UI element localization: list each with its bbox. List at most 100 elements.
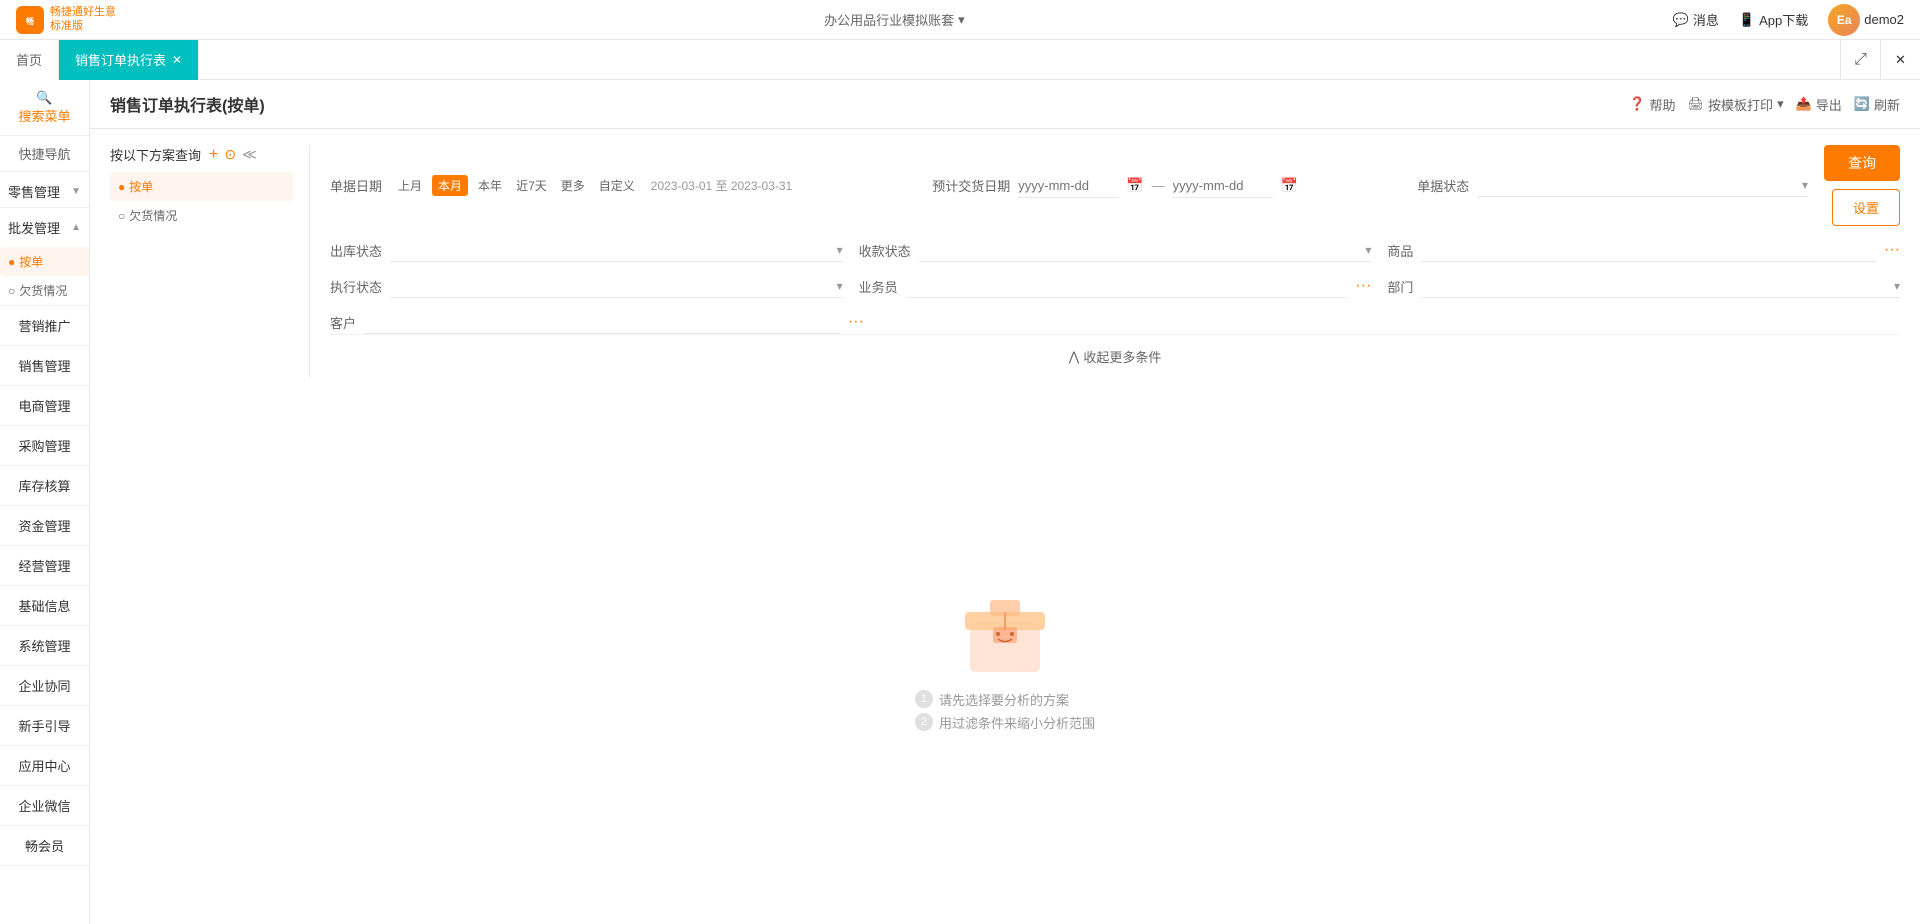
filter-section: 按以下方案查询 + ⊙ ≪ ● 按单 ○ — [110, 145, 1900, 378]
export-icon: 📤 — [1796, 96, 1812, 112]
customer-dots-icon[interactable]: ··· — [848, 313, 864, 331]
date-this-month-btn[interactable]: 本月 — [432, 175, 468, 196]
sidebar-item-basic[interactable]: 基础信息 — [0, 586, 89, 626]
top-bar-center[interactable]: 办公用品行业模拟账套 ▾ — [824, 10, 965, 29]
export-btn[interactable]: 📤 导出 — [1796, 95, 1842, 114]
doc-status-chevron-icon: ▾ — [1802, 178, 1808, 192]
goods-label: 商品 — [1387, 241, 1413, 260]
sidebar-item-business[interactable]: 经营管理 — [0, 546, 89, 586]
user-area[interactable]: Ea demo2 — [1828, 4, 1904, 36]
filter-exec-item: 执行状态 ▾ — [330, 275, 843, 298]
add-scheme-btn[interactable]: + — [209, 146, 218, 164]
filter-rows: 单据日期 上月 本月 本年 近7天 更多 自定义 2023-03-01 至 20… — [330, 145, 1900, 334]
delivery-select[interactable]: ▾ — [390, 239, 843, 262]
date-this-year-btn[interactable]: 本年 — [474, 175, 506, 196]
top-bar: 畅 畅捷通好生意 标准版 办公用品行业模拟账套 ▾ 💬 消息 📱 App下载 E… — [0, 0, 1920, 40]
sidebar-search[interactable]: 🔍 搜索菜单 — [0, 80, 89, 136]
tab-collapse-btn[interactable]: ✕ — [1880, 40, 1920, 80]
empty-step-1: 1 请先选择要分析的方案 — [915, 690, 1095, 709]
page-header: 销售订单执行表(按单) ❓ 帮助 🖨 按模板打印 ▾ 📤 导出 🔄 刷新 — [90, 80, 1920, 129]
content: 销售订单执行表(按单) ❓ 帮助 🖨 按模板打印 ▾ 📤 导出 🔄 刷新 — [90, 80, 1920, 924]
date-last-month-btn[interactable]: 上月 — [394, 175, 426, 196]
setting-btn[interactable]: 设置 — [1832, 189, 1900, 226]
sidebar-item-corp[interactable]: 企业协同 — [0, 666, 89, 706]
date-from-calendar-icon[interactable]: 📅 — [1126, 177, 1143, 194]
empty-illustration — [945, 582, 1065, 682]
goods-dots-icon[interactable]: ··· — [1884, 241, 1900, 259]
sidebar-item-欠货情况[interactable]: ○ 欠货情况 — [0, 276, 89, 305]
sidebar-retail-title[interactable]: 零售管理 ▼ — [0, 172, 89, 207]
tab-sales-order[interactable]: 销售订单执行表 ✕ — [59, 40, 199, 80]
exec-label: 执行状态 — [330, 277, 382, 296]
help-btn[interactable]: ❓ 帮助 — [1629, 95, 1675, 114]
collapse-scheme-btn[interactable]: ≪ — [242, 146, 257, 163]
sidebar-quick-nav[interactable]: 快捷导航 — [0, 136, 89, 172]
scheme-empty-icon: ○ — [118, 209, 125, 223]
sidebar-section-wholesale: 批发管理 ▲ ● 按单 ○ 欠货情况 — [0, 208, 89, 306]
sidebar-item-sales[interactable]: 销售管理 — [0, 346, 89, 386]
date-7days-btn[interactable]: 近7天 — [512, 175, 551, 196]
sidebar-item-finance[interactable]: 资金管理 — [0, 506, 89, 546]
filter-row-2: 出库状态 ▾ 收款状态 ▾ — [330, 238, 1900, 262]
sidebar-wholesale-title[interactable]: 批发管理 ▲ — [0, 208, 89, 243]
payment-select[interactable]: ▾ — [919, 239, 1372, 262]
date-to-calendar-icon[interactable]: 📅 — [1281, 177, 1298, 194]
doc-status-label: 单据状态 — [1417, 176, 1469, 195]
sidebar-item-wechat[interactable]: 企业微信 — [0, 786, 89, 826]
refresh-btn[interactable]: 🔄 刷新 — [1854, 95, 1900, 114]
message-icon: 💬 — [1673, 12, 1689, 28]
filter-customer-item: 客户 ··· — [330, 310, 864, 334]
filter-row-3: 执行状态 ▾ 业务员 ··· — [330, 274, 1900, 298]
page-actions: ❓ 帮助 🖨 按模板打印 ▾ 📤 导出 🔄 刷新 — [1629, 95, 1900, 114]
expected-date-group: 📅 — 📅 — [1018, 174, 1298, 198]
print-btn[interactable]: 🖨 按模板打印 ▾ — [1688, 95, 1784, 114]
filter-right-panel: 单据日期 上月 本月 本年 近7天 更多 自定义 2023-03-01 至 20… — [310, 145, 1900, 378]
date-quick-btns: 上月 本月 本年 近7天 更多 自定义 — [394, 175, 639, 196]
salesman-dots-icon[interactable]: ··· — [1355, 277, 1371, 295]
top-bar-left: 畅 畅捷通好生意 标准版 — [16, 6, 116, 34]
dept-select[interactable]: ▾ — [1421, 275, 1900, 298]
sidebar-item-purchase[interactable]: 采购管理 — [0, 426, 89, 466]
dept-label: 部门 — [1387, 277, 1413, 296]
collapse-up-icon: ⋀ — [1069, 349, 1080, 365]
salesman-input[interactable] — [906, 274, 1348, 298]
filter-left-panel: 按以下方案查询 + ⊙ ≪ ● 按单 ○ — [110, 145, 310, 378]
app-download-btn[interactable]: 📱 App下载 — [1739, 10, 1808, 29]
sidebar-item-appstore[interactable]: 应用中心 — [0, 746, 89, 786]
date-custom-btn[interactable]: 自定义 — [595, 175, 639, 196]
print-chevron-icon: ▾ — [1777, 96, 1784, 112]
filter-date-item: 单据日期 上月 本月 本年 近7天 更多 自定义 2023-03-01 至 20… — [330, 175, 916, 196]
expected-date-from-input[interactable] — [1018, 174, 1118, 198]
sidebar-item-member[interactable]: 畅会员 — [0, 826, 89, 866]
date-more-btn[interactable]: 更多 — [557, 175, 589, 196]
doc-status-select[interactable]: ▾ — [1477, 174, 1808, 197]
edit-scheme-btn[interactable]: ⊙ — [224, 146, 236, 163]
exec-select[interactable]: ▾ — [390, 275, 843, 298]
sidebar-item-ecommerce[interactable]: 电商管理 — [0, 386, 89, 426]
tab-home[interactable]: 首页 — [0, 40, 59, 80]
filter-dept-item: 部门 ▾ — [1387, 275, 1900, 298]
logo-icon: 畅 — [16, 6, 44, 34]
logo-text: 畅捷通好生意 标准版 — [50, 6, 116, 32]
tab-expand-btn[interactable]: ⤢ — [1840, 40, 1880, 80]
collapse-btn[interactable]: ⋀ 收起更多条件 — [1069, 347, 1162, 366]
sidebar-item-inventory[interactable]: 库存核算 — [0, 466, 89, 506]
sidebar-item-按单[interactable]: ● 按单 — [0, 247, 89, 276]
scheme-item-欠货情况[interactable]: ○ 欠货情况 — [110, 201, 293, 230]
date-range-display: 2023-03-01 至 2023-03-31 — [651, 177, 792, 194]
expected-date-to-input[interactable] — [1173, 174, 1273, 198]
message-btn[interactable]: 💬 消息 — [1673, 10, 1719, 29]
goods-input[interactable] — [1421, 238, 1876, 262]
customer-input[interactable] — [364, 310, 840, 334]
tab-close-icon[interactable]: ✕ — [172, 53, 182, 67]
step-2-num: 2 — [915, 713, 933, 731]
sidebar-item-marketing[interactable]: 营销推广 — [0, 306, 89, 346]
sidebar-item-guide[interactable]: 新手引导 — [0, 706, 89, 746]
query-btn[interactable]: 查询 — [1824, 145, 1900, 181]
scheme-item-按单[interactable]: ● 按单 — [110, 172, 293, 201]
delivery-chevron-icon: ▾ — [837, 243, 843, 257]
top-bar-right: 💬 消息 📱 App下载 Ea demo2 — [1673, 4, 1904, 36]
search-icon: 🔍 — [36, 90, 52, 105]
sidebar-item-system[interactable]: 系统管理 — [0, 626, 89, 666]
customer-label: 客户 — [330, 313, 356, 332]
